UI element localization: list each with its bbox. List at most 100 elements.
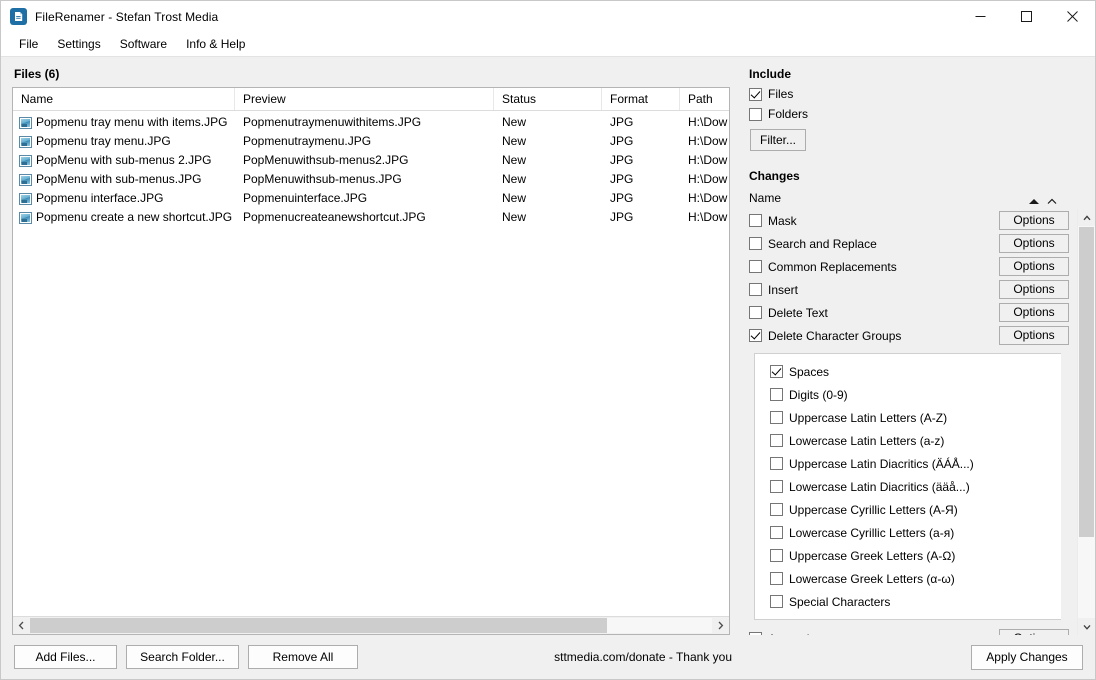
apply-changes-button[interactable]: Apply Changes (971, 644, 1083, 670)
checkbox-insert[interactable] (749, 283, 762, 296)
search-folder-button[interactable]: Search Folder... (126, 645, 239, 669)
options-button-search-and-replace[interactable]: Options (999, 234, 1069, 253)
changes-sort-controls (1029, 194, 1057, 208)
change-option-row-mask[interactable]: Mask Options (749, 209, 1077, 232)
checkbox-append[interactable] (749, 632, 762, 635)
table-row[interactable]: Popmenu create a new shortcut.JPG Popmenu… (13, 208, 729, 227)
checkbox-uppercase-latin-letters[interactable] (770, 411, 783, 424)
table-row[interactable]: PopMenu with sub-menus.JPG PopMenuwithsub… (13, 170, 729, 189)
remove-all-button[interactable]: Remove All (248, 645, 358, 669)
scroll-up-icon[interactable] (1078, 209, 1095, 226)
character-group-row-lowercase-cyrillic-letters[interactable]: Lowercase Cyrillic Letters (а-я) (755, 521, 1061, 544)
scroll-down-icon[interactable] (1078, 618, 1095, 635)
change-option-row-insert[interactable]: Insert Options (749, 278, 1077, 301)
checkbox-delete-character-groups[interactable] (749, 329, 762, 342)
cell-status: New (502, 153, 527, 167)
checkbox-lowercase-latin-diacritics[interactable] (770, 480, 783, 493)
character-group-row-uppercase-latin-diacritics[interactable]: Uppercase Latin Diacritics (ÄÁÅ...) (755, 452, 1061, 475)
checkbox-common-replacements[interactable] (749, 260, 762, 273)
options-button-common-replacements[interactable]: Options (999, 257, 1069, 276)
include-folders-row[interactable]: Folders (749, 107, 1095, 121)
column-header-status[interactable]: Status (494, 88, 602, 110)
files-list-header: Name Preview Status Format Path (13, 88, 729, 111)
column-header-preview[interactable]: Preview (235, 88, 494, 110)
checkbox-digits[interactable] (770, 388, 783, 401)
label-spaces: Spaces (789, 364, 830, 379)
chevron-right-icon[interactable] (712, 618, 729, 633)
checkbox-special-characters[interactable] (770, 595, 783, 608)
change-option-row-append[interactable]: Append Options (749, 627, 1077, 635)
files-heading: Files (6) (14, 67, 60, 81)
checkbox-mask[interactable] (749, 214, 762, 227)
column-header-path[interactable]: Path (680, 88, 730, 110)
table-row[interactable]: Popmenu tray menu with items.JPG Popmenut… (13, 113, 729, 132)
options-button-delete-text[interactable]: Options (999, 303, 1069, 322)
options-button-append[interactable]: Options (999, 629, 1069, 635)
menu-item-software[interactable]: Software (111, 34, 176, 55)
table-row[interactable]: Popmenu interface.JPG Popmenuinterface.JP… (13, 189, 729, 208)
change-option-row-delete-text[interactable]: Delete Text Options (749, 301, 1077, 324)
checkbox-uppercase-cyrillic-letters[interactable] (770, 503, 783, 516)
options-button-mask[interactable]: Options (999, 211, 1069, 230)
cell-preview: Popmenuinterface.JPG (243, 191, 368, 205)
options-button-delete-character-groups[interactable]: Options (999, 326, 1069, 345)
character-group-row-digits[interactable]: Digits (0-9) (755, 383, 1061, 406)
label-special-characters: Special Characters (789, 594, 891, 609)
checkbox-lowercase-latin-letters[interactable] (770, 434, 783, 447)
checkbox-delete-text[interactable] (749, 306, 762, 319)
cell-name: PopMenu with sub-menus 2.JPG (13, 151, 235, 170)
character-group-row-uppercase-greek-letters[interactable]: Uppercase Greek Letters (A-Ω) (755, 544, 1061, 567)
character-group-row-lowercase-latin-diacritics[interactable]: Lowercase Latin Diacritics (ääå...) (755, 475, 1061, 498)
files-horizontal-scrollbar[interactable] (13, 616, 729, 634)
hscroll-track[interactable] (30, 618, 712, 633)
checkbox-lowercase-greek-letters[interactable] (770, 572, 783, 585)
character-group-row-spaces[interactable]: Spaces (755, 360, 1061, 383)
cell-path: H:\Dow (688, 172, 728, 186)
column-header-name[interactable]: Name (13, 88, 235, 110)
minimize-button[interactable] (957, 1, 1003, 32)
checkbox-spaces[interactable] (770, 365, 783, 378)
cell-status: New (502, 191, 527, 205)
label-delete-text: Delete Text (768, 305, 828, 320)
cell-status: New (502, 115, 527, 129)
vscroll-thumb[interactable] (1079, 227, 1094, 537)
menu-item-file[interactable]: File (10, 34, 47, 55)
files-list: Name Preview Status Format Path Popmenu … (12, 87, 730, 635)
label-delete-character-groups: Delete Character Groups (768, 328, 902, 343)
character-group-row-special-characters[interactable]: Special Characters (755, 590, 1061, 613)
include-files-row[interactable]: Files (749, 87, 1095, 101)
table-row[interactable]: PopMenu with sub-menus 2.JPG PopMenuwiths… (13, 151, 729, 170)
checkbox-search-and-replace[interactable] (749, 237, 762, 250)
file-name-label: Popmenu interface.JPG (36, 191, 164, 205)
change-option-row-delete-character-groups[interactable]: Delete Character Groups Options (749, 324, 1077, 347)
hscroll-thumb[interactable] (30, 618, 607, 633)
change-option-row-search-and-replace[interactable]: Search and Replace Options (749, 232, 1077, 255)
cell-format: JPG (610, 210, 634, 224)
character-group-row-lowercase-latin-letters[interactable]: Lowercase Latin Letters (a-z) (755, 429, 1061, 452)
column-header-format[interactable]: Format (602, 88, 680, 110)
character-group-row-uppercase-latin-letters[interactable]: Uppercase Latin Letters (A-Z) (755, 406, 1061, 429)
add-files-button[interactable]: Add Files... (14, 645, 117, 669)
character-group-row-uppercase-cyrillic-letters[interactable]: Uppercase Cyrillic Letters (А-Я) (755, 498, 1061, 521)
table-row[interactable]: Popmenu tray menu.JPG Popmenutraymenu.JPG… (13, 132, 729, 151)
label-lowercase-greek-letters: Lowercase Greek Letters (α-ω) (789, 571, 955, 586)
checkbox-lowercase-cyrillic-letters[interactable] (770, 526, 783, 539)
close-button[interactable] (1049, 1, 1095, 32)
changes-vertical-scrollbar[interactable] (1077, 209, 1095, 635)
options-button-insert[interactable]: Options (999, 280, 1069, 299)
checkbox-uppercase-greek-letters[interactable] (770, 549, 783, 562)
chevron-left-icon[interactable] (13, 618, 30, 633)
label-uppercase-latin-diacritics: Uppercase Latin Diacritics (ÄÁÅ...) (789, 456, 974, 471)
checkbox-uppercase-latin-diacritics[interactable] (770, 457, 783, 470)
menu-item-info-help[interactable]: Info & Help (177, 34, 254, 55)
chevron-up-icon[interactable] (1047, 194, 1057, 208)
maximize-button[interactable] (1003, 1, 1049, 32)
include-folders-checkbox[interactable] (749, 107, 762, 121)
triangle-up-icon[interactable] (1029, 198, 1039, 204)
cell-preview: PopMenuwithsub-menus2.JPG (243, 153, 409, 167)
filter-button[interactable]: Filter... (750, 129, 806, 151)
include-files-checkbox[interactable] (749, 87, 762, 101)
menu-item-settings[interactable]: Settings (48, 34, 109, 55)
character-group-row-lowercase-greek-letters[interactable]: Lowercase Greek Letters (α-ω) (755, 567, 1061, 590)
change-option-row-common-replacements[interactable]: Common Replacements Options (749, 255, 1077, 278)
